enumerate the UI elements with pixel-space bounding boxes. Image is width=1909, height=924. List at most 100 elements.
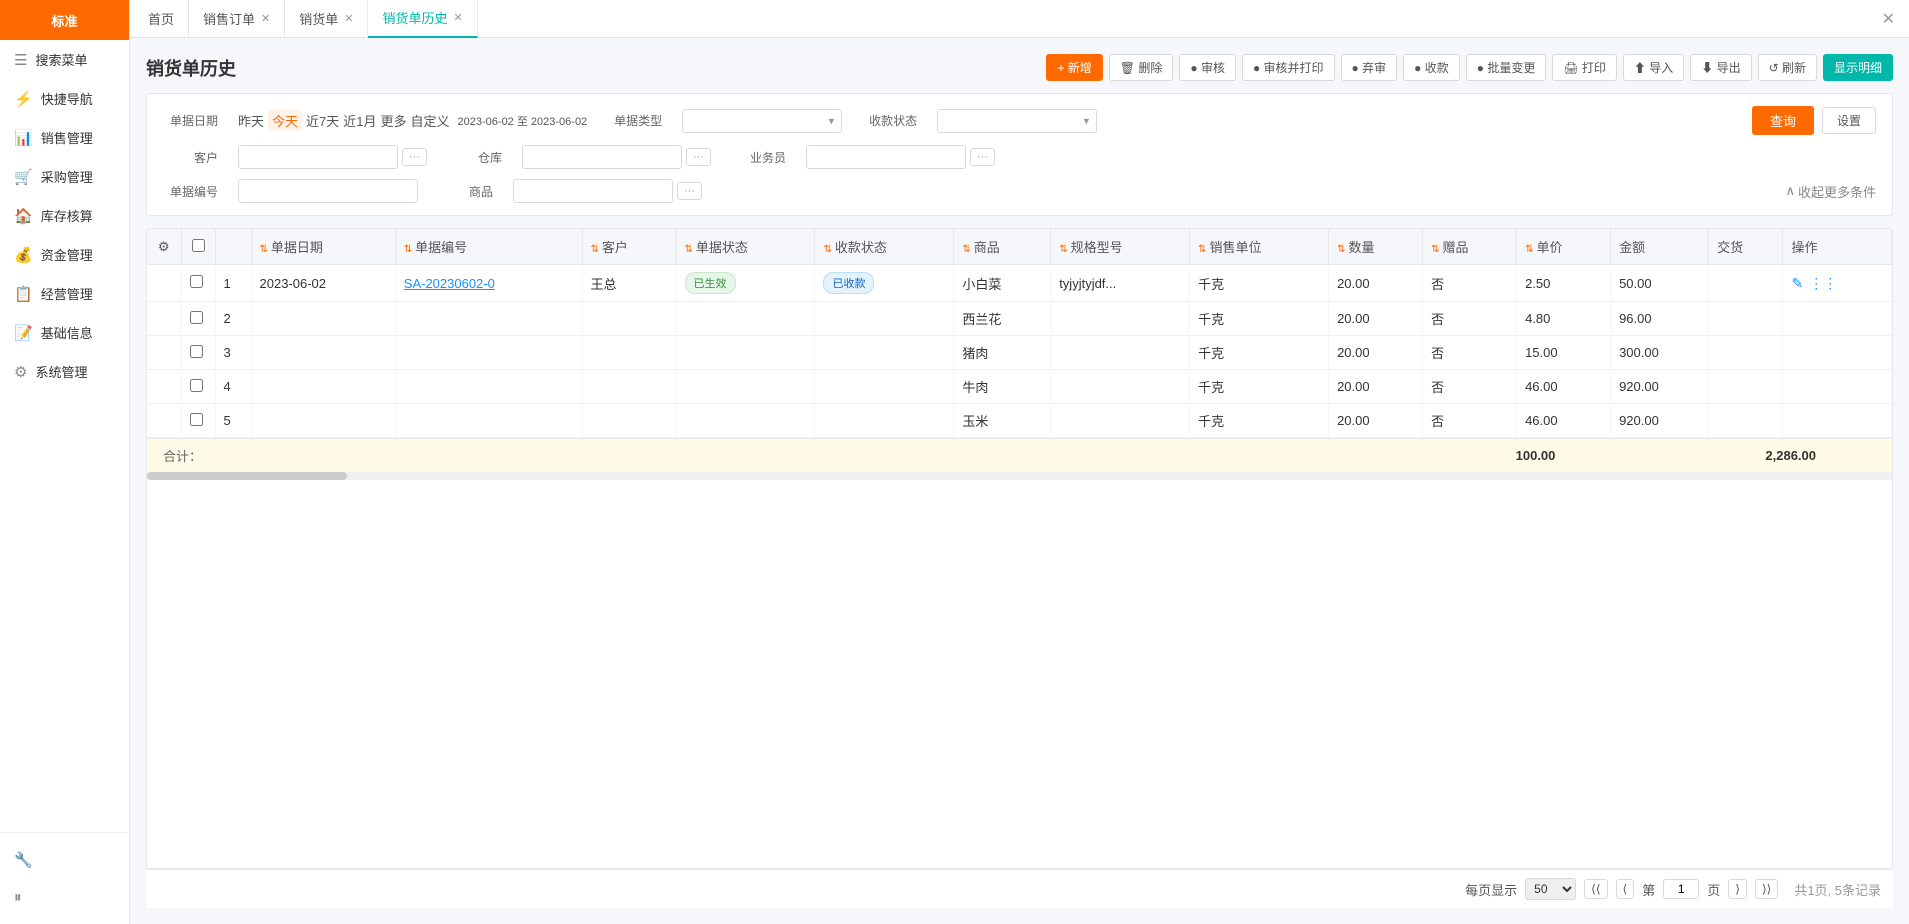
- warehouse-input[interactable]: [522, 145, 682, 169]
- th-doc-no[interactable]: ⇅单据编号: [395, 229, 582, 265]
- th-goods[interactable]: ⇅商品: [954, 229, 1051, 265]
- cell-check[interactable]: [181, 370, 215, 404]
- cell-doc-date: [251, 404, 395, 438]
- tab-sales-order[interactable]: 销售订单 ✕: [189, 0, 285, 38]
- table-footer: 合计： 100.00 2,286.00: [147, 438, 1892, 472]
- goods-ellipsis-btn[interactable]: ···: [677, 182, 702, 200]
- query-button[interactable]: 查询: [1752, 106, 1814, 135]
- cell-sales-unit: 千克: [1190, 265, 1329, 302]
- abandon-button[interactable]: ● 弃审: [1341, 54, 1398, 81]
- setting-button[interactable]: 设置: [1822, 107, 1876, 134]
- goods-input[interactable]: [513, 179, 673, 203]
- date-yesterday[interactable]: 昨天: [238, 111, 264, 130]
- cell-check[interactable]: [181, 404, 215, 438]
- edit-icon[interactable]: ✎: [1791, 275, 1803, 292]
- warehouse-ellipsis-btn[interactable]: ···: [686, 148, 711, 166]
- row-checkbox[interactable]: [190, 413, 203, 426]
- more-icon[interactable]: ⋮⋮: [1809, 275, 1837, 292]
- customer-input[interactable]: [238, 145, 398, 169]
- sidebar-item-purchase[interactable]: 🛒 采购管理: [0, 157, 129, 196]
- th-sales-unit[interactable]: ⇅销售单位: [1190, 229, 1329, 265]
- first-page-btn[interactable]: ⟨⟨: [1584, 879, 1607, 899]
- th-doc-status[interactable]: ⇅单据状态: [676, 229, 815, 265]
- sidebar-settings-btn[interactable]: 🔧: [0, 841, 129, 879]
- date-today[interactable]: 今天: [268, 110, 302, 131]
- customer-ellipsis-btn[interactable]: ···: [402, 148, 427, 166]
- cell-action: [1783, 404, 1892, 438]
- row-checkbox[interactable]: [190, 275, 203, 288]
- th-doc-date[interactable]: ⇅单据日期: [251, 229, 395, 265]
- cell-gift: 否: [1423, 370, 1517, 404]
- cell-doc-no[interactable]: SA-20230602-0: [395, 265, 582, 302]
- sidebar-item-inventory[interactable]: 🏠 库存核算: [0, 196, 129, 235]
- cell-action[interactable]: ✎ ⋮⋮: [1783, 265, 1892, 302]
- print-button[interactable]: 🖨 打印: [1552, 54, 1617, 81]
- collect-button[interactable]: ● 收款: [1403, 54, 1460, 81]
- import-button[interactable]: ⬆ 导入: [1623, 54, 1684, 81]
- th-quantity[interactable]: ⇅数量: [1329, 229, 1423, 265]
- sidebar-item-sys[interactable]: ⚙ 系统管理: [0, 352, 129, 391]
- th-payment-status[interactable]: ⇅收款状态: [815, 229, 954, 265]
- export-button[interactable]: ⬇ 导出: [1690, 54, 1751, 81]
- sidebar-item-ops[interactable]: 📋 经营管理: [0, 274, 129, 313]
- sidebar-item-finance[interactable]: 💰 资金管理: [0, 235, 129, 274]
- th-unit-price[interactable]: ⇅单价: [1517, 229, 1611, 265]
- cell-goods: 小白菜: [954, 265, 1051, 302]
- date-7days[interactable]: 近7天: [306, 111, 339, 130]
- date-custom[interactable]: 自定义: [411, 111, 450, 130]
- audit-button[interactable]: ● 审核: [1179, 54, 1236, 81]
- row-checkbox[interactable]: [190, 345, 203, 358]
- sidebar-item-sales[interactable]: 📊 销售管理: [0, 118, 129, 157]
- audit-print-button[interactable]: ● 审核并打印: [1242, 54, 1335, 81]
- page-label: 第: [1642, 880, 1655, 899]
- salesperson-ellipsis-btn[interactable]: ···: [970, 148, 995, 166]
- cell-check[interactable]: [181, 302, 215, 336]
- last-page-btn[interactable]: ⟩⟩: [1755, 879, 1778, 899]
- prev-page-btn[interactable]: ⟨: [1616, 879, 1635, 899]
- cell-check[interactable]: [181, 336, 215, 370]
- select-all-checkbox[interactable]: [192, 239, 205, 252]
- scrollbar-thumb[interactable]: [147, 472, 347, 480]
- row-checkbox[interactable]: [190, 379, 203, 392]
- sidebar-item-search[interactable]: ☰ 搜索菜单: [0, 40, 129, 79]
- cell-sales-unit: 千克: [1190, 404, 1329, 438]
- sidebar-item-basic-info[interactable]: 📝 基础信息: [0, 313, 129, 352]
- collapse-link[interactable]: ∧ 收起更多条件: [1785, 182, 1876, 201]
- close-sales-goods-tab[interactable]: ✕: [344, 12, 353, 25]
- row-checkbox[interactable]: [190, 311, 203, 324]
- tab-sales-goods[interactable]: 销货单 ✕: [285, 0, 368, 38]
- close-sales-order-tab[interactable]: ✕: [261, 12, 270, 25]
- quick-nav-icon: ⚡: [14, 90, 33, 108]
- filter-row-3: 单据编号 商品 ··· ∧ 收起更多条件: [163, 179, 1876, 203]
- close-sales-history-tab[interactable]: ✕: [454, 11, 463, 24]
- payment-status-select-wrapper: [937, 109, 1097, 133]
- salesperson-input[interactable]: [806, 145, 966, 169]
- sidebar-item-quick-nav[interactable]: ⚡ 快捷导航: [0, 79, 129, 118]
- sidebar-pause-btn[interactable]: ⏸: [0, 879, 129, 916]
- th-settings[interactable]: ⚙: [147, 229, 181, 265]
- refresh-button[interactable]: ↺ 刷新: [1758, 54, 1817, 81]
- cell-check[interactable]: [181, 265, 215, 302]
- date-1month[interactable]: 近1月: [343, 111, 376, 130]
- th-check[interactable]: [181, 229, 215, 265]
- batch-change-button[interactable]: ● 批量变更: [1466, 54, 1547, 81]
- window-close-btn[interactable]: ✕: [1872, 9, 1905, 29]
- doc-no-link[interactable]: SA-20230602-0: [404, 276, 495, 291]
- new-button[interactable]: + 新增: [1046, 54, 1102, 81]
- doc-no-input[interactable]: [238, 179, 418, 203]
- tab-home[interactable]: 首页: [134, 0, 189, 38]
- payment-status-select[interactable]: [937, 109, 1097, 133]
- doc-type-select[interactable]: [682, 109, 842, 133]
- date-more[interactable]: 更多: [381, 111, 407, 130]
- show-detail-button[interactable]: 显示明细: [1823, 54, 1893, 81]
- th-customer[interactable]: ⇅客户: [582, 229, 676, 265]
- per-page-select[interactable]: 50 20 100: [1525, 878, 1576, 900]
- th-spec[interactable]: ⇅规格型号: [1051, 229, 1190, 265]
- cell-spec: [1051, 404, 1190, 438]
- th-gift[interactable]: ⇅赠品: [1423, 229, 1517, 265]
- page-input[interactable]: [1663, 879, 1699, 899]
- delete-button[interactable]: 🗑 删除: [1109, 54, 1174, 81]
- tab-sales-history[interactable]: 销货单历史 ✕: [368, 0, 477, 38]
- horizontal-scrollbar[interactable]: [147, 472, 1892, 480]
- next-page-btn[interactable]: ⟩: [1728, 879, 1747, 899]
